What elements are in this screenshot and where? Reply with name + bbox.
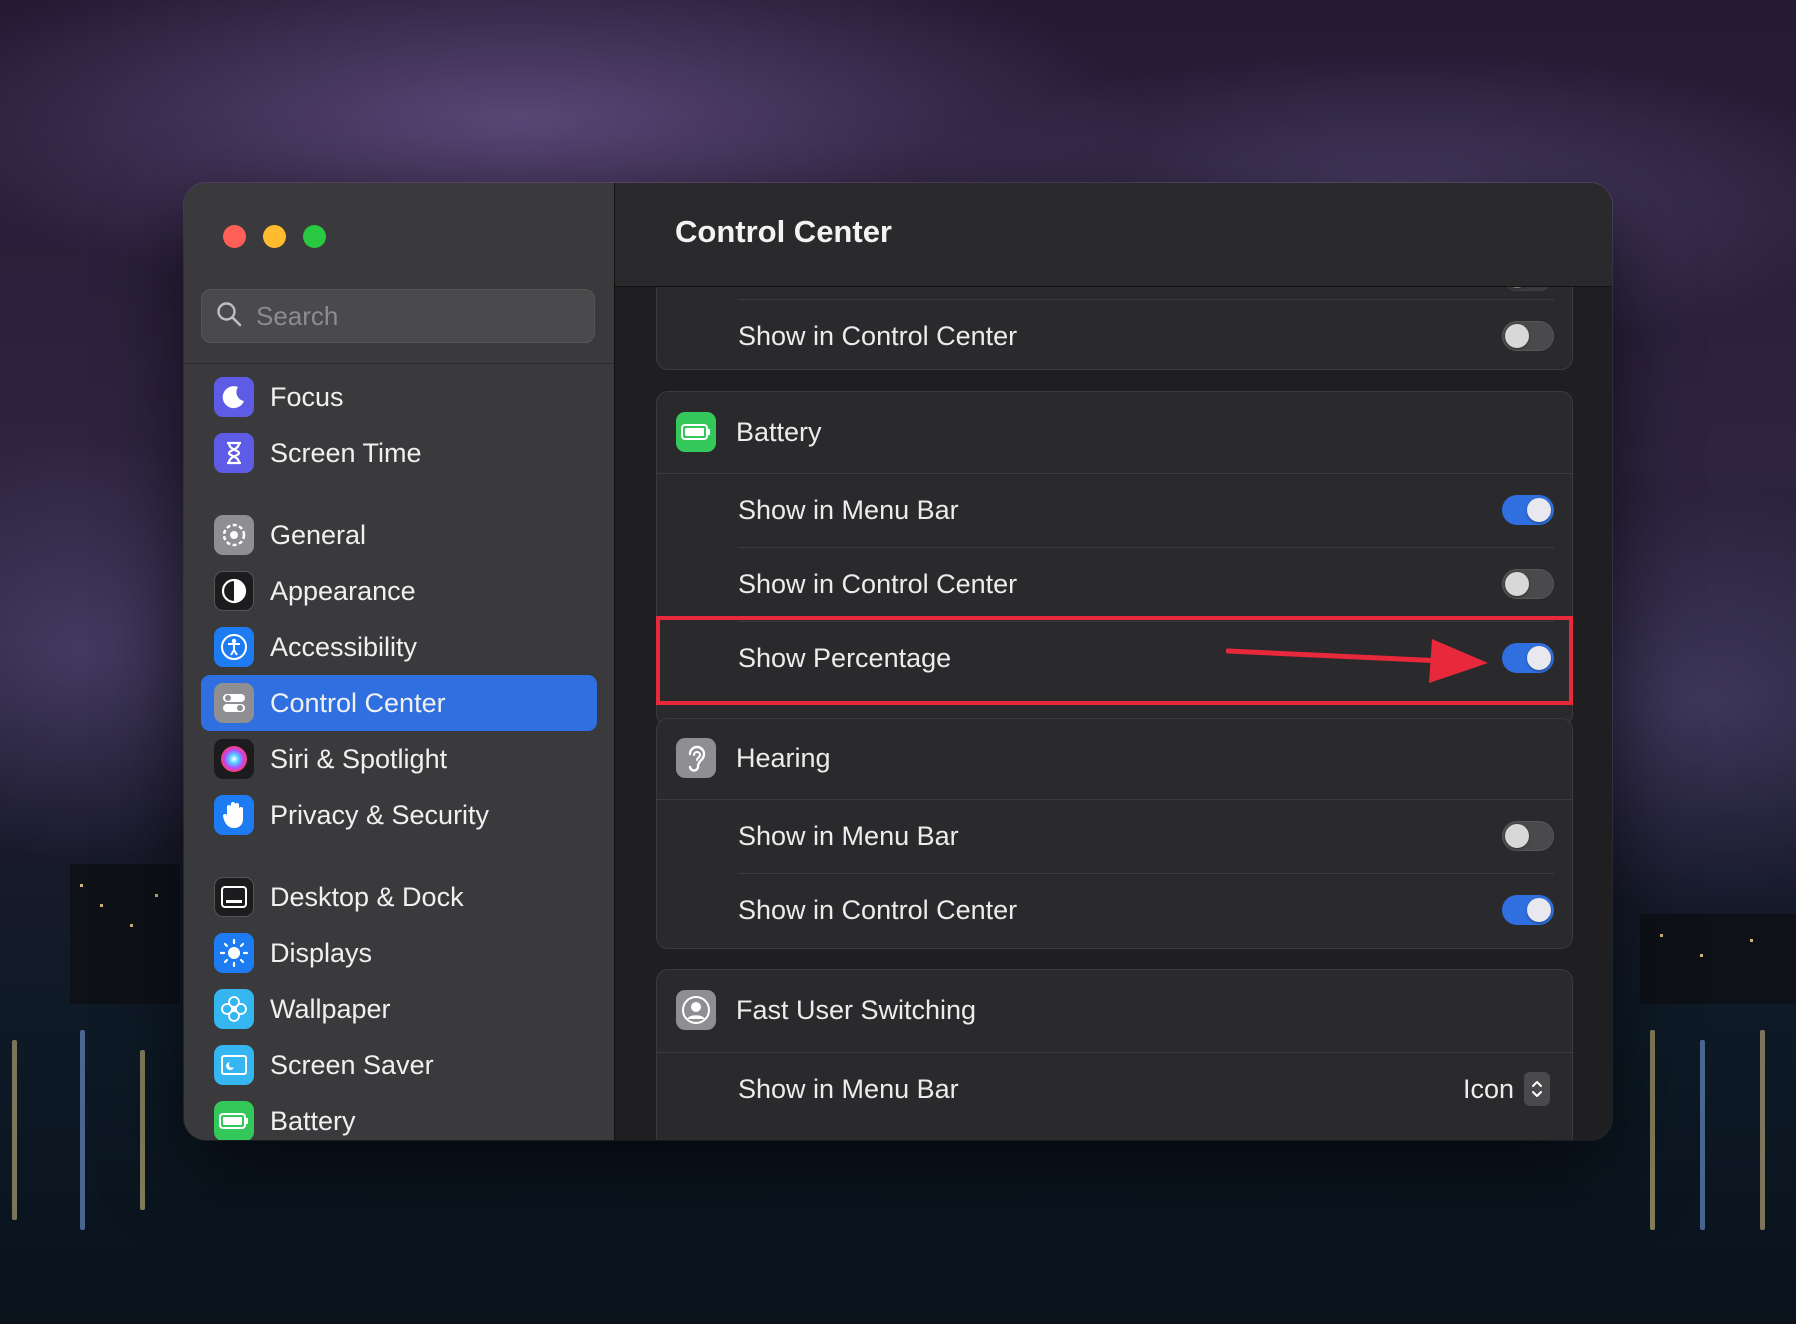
sidebar-item-screen-time[interactable]: Screen Time xyxy=(201,425,597,481)
settings-row: Show in Menu Bar xyxy=(657,799,1572,873)
annotation-arrow xyxy=(1226,639,1488,683)
sidebar-item-appearance[interactable]: Appearance xyxy=(201,563,597,619)
sidebar-item-control-center[interactable]: Control Center xyxy=(201,675,597,731)
sidebar-item-label: Displays xyxy=(270,937,373,968)
sidebar-item-label: Privacy & Security xyxy=(270,799,490,830)
sidebar-item-label: Battery xyxy=(270,1105,356,1136)
sidebar-item-general[interactable]: General xyxy=(201,507,597,563)
moon-icon xyxy=(214,377,254,417)
section-card-fast-user-switching: Fast User Switching Show in Menu Bar Ico… xyxy=(656,969,1573,1140)
settings-row: Show in Control Center xyxy=(657,873,1572,947)
sidebar-item-label: Focus xyxy=(270,381,344,412)
zoom-button[interactable] xyxy=(303,225,326,248)
show-in-menu-bar-toggle[interactable] xyxy=(1502,495,1554,525)
sidebar-item-accessibility[interactable]: Accessibility xyxy=(201,619,597,675)
sidebar-item-label: Desktop & Dock xyxy=(270,881,464,912)
flower-icon xyxy=(214,989,254,1029)
minimize-button[interactable] xyxy=(263,225,286,248)
section-title: Battery xyxy=(736,416,822,447)
sidebar-item-label: Screen Saver xyxy=(270,1049,434,1080)
ear-icon xyxy=(676,738,716,778)
sidebar-list: Focus Screen Time General Appearance Acc… xyxy=(201,369,597,1140)
section-card-hearing: Hearing Show in Menu Bar Show in Control… xyxy=(656,718,1573,949)
row-label: Show in Menu Bar xyxy=(738,820,959,851)
search-input[interactable] xyxy=(254,299,578,333)
row-label: Show in Control Center xyxy=(738,894,1018,925)
row-label: Show in Menu Bar xyxy=(738,494,959,525)
sidebar-item-battery[interactable]: Battery xyxy=(201,1093,597,1140)
settings-row: Show in Control Center xyxy=(657,547,1572,621)
search-field[interactable] xyxy=(201,289,595,343)
chevron-up-down-icon xyxy=(1524,1072,1550,1106)
battery-icon xyxy=(676,412,716,452)
search-icon xyxy=(216,301,242,332)
main-pane: Control Center Show in Control Center Ba… xyxy=(615,183,1612,1140)
sidebar-item-displays[interactable]: Displays xyxy=(201,925,597,981)
show-in-control-center-toggle[interactable] xyxy=(1502,895,1554,925)
sidebar-item-privacy-security[interactable]: Privacy & Security xyxy=(201,787,597,843)
section-title: Hearing xyxy=(736,742,831,773)
user-icon xyxy=(676,990,716,1030)
sidebar-item-siri-spotlight[interactable]: Siri & Spotlight xyxy=(201,731,597,787)
hand-icon xyxy=(214,795,254,835)
row-label: Show in Control Center xyxy=(738,568,1018,599)
section-title: Fast User Switching xyxy=(736,994,977,1025)
sidebar-item-label: Screen Time xyxy=(270,437,422,468)
menu-bar-style-select[interactable]: Icon xyxy=(1463,1072,1550,1106)
sun-icon xyxy=(214,933,254,973)
main-header: Control Center xyxy=(615,183,1612,287)
settings-window: Focus Screen Time General Appearance xyxy=(184,183,1612,1140)
close-button[interactable] xyxy=(223,225,246,248)
sidebar-divider xyxy=(184,363,614,364)
sidebar-item-label: Appearance xyxy=(270,575,416,606)
control-center-icon xyxy=(214,683,254,723)
show-in-menu-bar-toggle[interactable] xyxy=(1502,821,1554,851)
sidebar-item-desktop-dock[interactable]: Desktop & Dock xyxy=(201,869,597,925)
show-in-control-center-toggle[interactable] xyxy=(1502,569,1554,599)
sidebar-item-label: Accessibility xyxy=(270,631,418,662)
gear-icon xyxy=(214,515,254,555)
row-label: Show in Menu Bar xyxy=(738,1073,959,1104)
settings-row: Show in Control Center xyxy=(657,299,1572,373)
section-header-battery: Battery xyxy=(657,395,1572,469)
sidebar-item-focus[interactable]: Focus xyxy=(201,369,597,425)
siri-icon xyxy=(214,739,254,779)
settings-row: Show in Menu Bar Icon xyxy=(657,1052,1572,1126)
sidebar-item-label: Wallpaper xyxy=(270,993,391,1024)
dock-icon xyxy=(214,877,254,917)
sidebar-item-label: Siri & Spotlight xyxy=(270,743,448,774)
settings-row: Show in Menu Bar xyxy=(657,473,1572,547)
battery-icon xyxy=(214,1101,254,1140)
screen-saver-icon xyxy=(214,1045,254,1085)
appearance-icon xyxy=(214,571,254,611)
show-in-control-center-toggle[interactable] xyxy=(1502,321,1554,351)
window-controls xyxy=(223,225,326,248)
row-label: Show in Control Center xyxy=(738,320,1018,351)
hourglass-icon xyxy=(214,433,254,473)
section-header-fast-user-switching: Fast User Switching xyxy=(657,973,1572,1047)
page-title: Control Center xyxy=(675,214,892,249)
accessibility-icon xyxy=(214,627,254,667)
sidebar-item-label: General xyxy=(270,519,367,550)
sidebar-item-wallpaper[interactable]: Wallpaper xyxy=(201,981,597,1037)
sidebar-item-screen-saver[interactable]: Screen Saver xyxy=(201,1037,597,1093)
sidebar: Focus Screen Time General Appearance xyxy=(184,183,615,1140)
sidebar-item-label: Control Center xyxy=(270,687,446,718)
section-header-hearing: Hearing xyxy=(657,721,1572,795)
select-value: Icon xyxy=(1462,1073,1514,1104)
